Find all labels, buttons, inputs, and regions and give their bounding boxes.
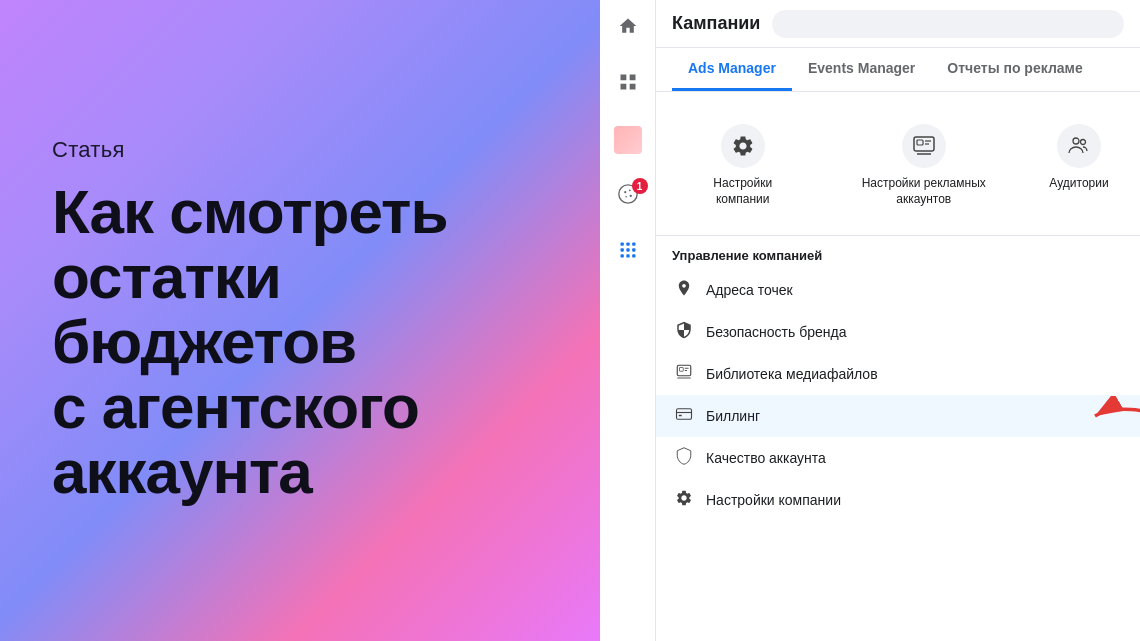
menu-item-addresses[interactable]: Адреса точек bbox=[656, 269, 1140, 311]
media-library-icon bbox=[672, 363, 696, 385]
svg-rect-22 bbox=[680, 368, 684, 372]
menu-item-billing[interactable]: Биллинг bbox=[656, 395, 1140, 437]
card-ad-account-settings-label: Настройки рекламных аккаунтов bbox=[837, 176, 1010, 207]
sidebar-item-apps[interactable] bbox=[600, 224, 656, 280]
svg-rect-13 bbox=[632, 254, 635, 257]
settings-icon bbox=[721, 124, 765, 168]
svg-point-19 bbox=[1073, 138, 1079, 144]
audiences-icon bbox=[1057, 124, 1101, 168]
divider-1 bbox=[656, 235, 1140, 236]
billing-arrow bbox=[1080, 396, 1140, 436]
menu-billing-label: Биллинг bbox=[706, 408, 760, 424]
svg-point-2 bbox=[628, 189, 630, 191]
tab-ads-manager[interactable]: Ads Manager bbox=[672, 48, 792, 91]
right-panel: 1 Кампании Ads Manager Events Manager От… bbox=[600, 0, 1140, 641]
sidebar-item-cookie[interactable]: 1 bbox=[600, 168, 656, 224]
card-audiences-label: Аудитории bbox=[1049, 176, 1108, 192]
card-audiences[interactable]: Аудитории bbox=[1034, 112, 1124, 219]
svg-rect-5 bbox=[620, 242, 623, 245]
svg-point-4 bbox=[625, 195, 627, 197]
svg-point-3 bbox=[629, 194, 631, 196]
svg-point-1 bbox=[624, 191, 626, 193]
sidebar-item-home[interactable] bbox=[600, 0, 656, 56]
account-quality-icon bbox=[672, 447, 696, 469]
svg-rect-8 bbox=[620, 248, 623, 251]
menu-item-company-settings[interactable]: Настройки компании bbox=[656, 479, 1140, 521]
card-company-settings[interactable]: Настройки компании bbox=[672, 112, 813, 219]
apps-icon bbox=[618, 240, 638, 265]
billing-icon bbox=[672, 405, 696, 427]
menu-account-quality-label: Качество аккаунта bbox=[706, 450, 826, 466]
card-company-settings-label: Настройки компании bbox=[688, 176, 797, 207]
svg-rect-11 bbox=[620, 254, 623, 257]
svg-point-20 bbox=[1081, 140, 1086, 145]
svg-rect-7 bbox=[632, 242, 635, 245]
tabs-bar: Ads Manager Events Manager Отчеты по рек… bbox=[656, 48, 1140, 92]
notification-badge: 1 bbox=[632, 178, 648, 194]
svg-rect-26 bbox=[677, 409, 692, 420]
main-content: Кампании Ads Manager Events Manager Отче… bbox=[656, 0, 1140, 641]
main-title: Как смотреть остатки бюджетов с агентско… bbox=[52, 179, 548, 504]
menu-company-settings-label: Настройки компании bbox=[706, 492, 841, 508]
svg-rect-6 bbox=[626, 242, 629, 245]
svg-rect-28 bbox=[679, 415, 682, 417]
avatar bbox=[614, 126, 642, 154]
shield-icon bbox=[672, 321, 696, 343]
menu-brand-safety-label: Безопасность бренда bbox=[706, 324, 846, 340]
tab-events-manager[interactable]: Events Manager bbox=[792, 48, 931, 91]
menu-media-library-label: Библиотека медиафайлов bbox=[706, 366, 878, 382]
left-panel: Статья Как смотреть остатки бюджетов с а… bbox=[0, 0, 600, 641]
home-icon bbox=[618, 16, 638, 41]
menu-item-brand-safety[interactable]: Безопасность бренда bbox=[656, 311, 1140, 353]
menu-item-account-quality[interactable]: Качество аккаунта bbox=[656, 437, 1140, 479]
tab-reports[interactable]: Отчеты по рекламе bbox=[931, 48, 1098, 91]
campaigns-header: Кампании bbox=[656, 0, 1140, 48]
svg-rect-15 bbox=[917, 140, 923, 145]
card-ad-account-settings[interactable]: Настройки рекламных аккаунтов bbox=[821, 112, 1026, 219]
search-bar[interactable] bbox=[772, 10, 1124, 38]
svg-rect-9 bbox=[626, 248, 629, 251]
sidebar-item-grid[interactable] bbox=[600, 56, 656, 112]
location-icon bbox=[672, 279, 696, 301]
company-settings-icon bbox=[672, 489, 696, 511]
grid-icon bbox=[618, 72, 638, 97]
menu-item-media-library[interactable]: Библиотека медиафайлов bbox=[656, 353, 1140, 395]
svg-rect-12 bbox=[626, 254, 629, 257]
cards-row: Настройки компании Настройки рекламных а… bbox=[656, 92, 1140, 231]
ad-account-icon bbox=[902, 124, 946, 168]
article-label: Статья bbox=[52, 137, 548, 163]
campaigns-title: Кампании bbox=[672, 13, 760, 34]
sidebar: 1 bbox=[600, 0, 656, 641]
svg-rect-10 bbox=[632, 248, 635, 251]
section-manage-company: Управление компанией bbox=[656, 240, 1140, 269]
sidebar-item-avatar[interactable] bbox=[600, 112, 656, 168]
menu-addresses-label: Адреса точек bbox=[706, 282, 793, 298]
